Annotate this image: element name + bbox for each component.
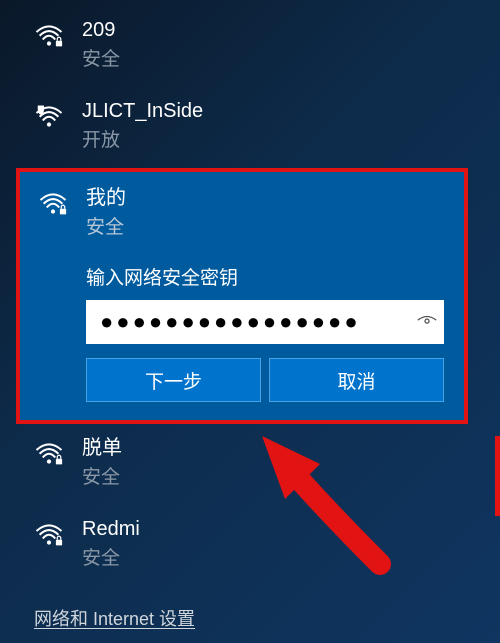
wifi-secure-icon — [34, 22, 64, 52]
password-input[interactable]: ●●●●●●●●●●●●●●●● — [86, 300, 408, 344]
wifi-ssid: 我的 — [86, 186, 126, 210]
wifi-secure-icon — [34, 440, 64, 470]
wifi-status: 安全 — [86, 212, 126, 239]
wifi-network-item[interactable]: 我的 安全 — [20, 172, 464, 249]
network-settings-link[interactable]: 网络和 Internet 设置 — [34, 605, 195, 631]
wifi-ssid: JLICT_InSide — [82, 99, 203, 123]
wifi-open-shield-icon — [34, 103, 64, 133]
reveal-password-button[interactable] — [408, 300, 444, 344]
cancel-button-label: 取消 — [337, 367, 375, 394]
wifi-network-item[interactable]: JLICT_InSide 开放 — [16, 87, 476, 168]
password-prompt-label: 输入网络安全密钥 — [86, 263, 464, 290]
wifi-status: 开放 — [82, 125, 203, 152]
wifi-network-expanded: 我的 安全 输入网络安全密钥 ●●●●●●●●●●●●●●●● 下一步 取消 — [16, 168, 468, 424]
cancel-button[interactable]: 取消 — [269, 358, 444, 402]
wifi-secure-icon — [38, 190, 68, 220]
next-button[interactable]: 下一步 — [86, 358, 261, 402]
wifi-network-item[interactable]: Redmi 安全 — [16, 505, 476, 586]
password-mask: ●●●●●●●●●●●●●●●● — [100, 309, 361, 335]
wifi-status: 安全 — [82, 543, 140, 570]
annotation-edge — [495, 436, 500, 516]
next-button-label: 下一步 — [145, 367, 202, 394]
wifi-secure-icon — [34, 521, 64, 551]
wifi-status: 安全 — [82, 462, 122, 489]
wifi-network-item[interactable]: 209 安全 — [16, 6, 476, 87]
eye-icon — [416, 311, 438, 333]
wifi-ssid: 脱单 — [82, 436, 122, 460]
wifi-ssid: 209 — [82, 18, 120, 42]
wifi-status: 安全 — [82, 44, 120, 71]
wifi-network-item[interactable]: 脱单 安全 — [16, 424, 476, 505]
wifi-ssid: Redmi — [82, 517, 140, 541]
